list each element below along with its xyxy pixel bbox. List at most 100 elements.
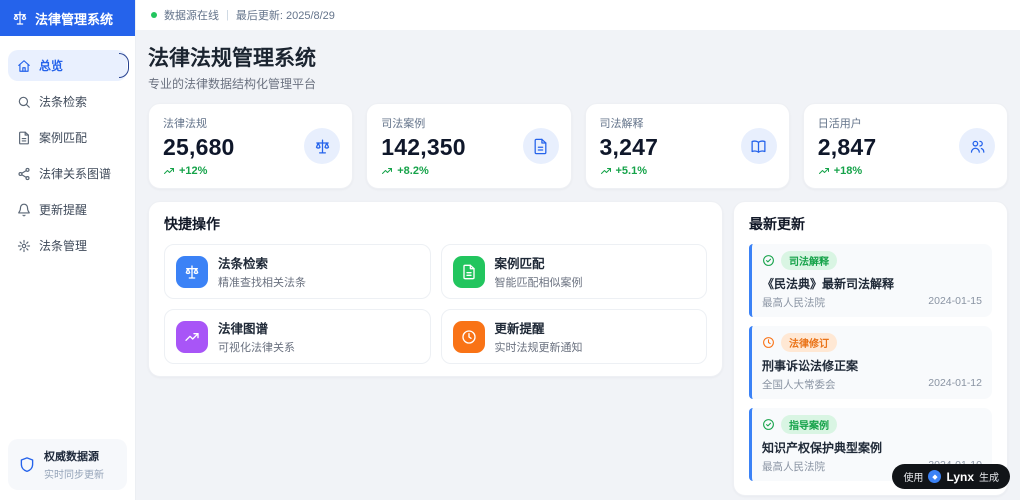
sidebar-nav: 总览 法条检索 案例匹配 法律关系图谱 更新提醒 法条管理 <box>0 50 135 261</box>
update-source: 最高人民法院 <box>762 297 825 309</box>
sidebar-item-law-search[interactable]: 法条检索 <box>8 86 127 117</box>
trending-up-icon <box>163 165 175 177</box>
file-icon <box>522 128 559 164</box>
stat-trend: +12% <box>163 165 338 177</box>
update-item[interactable]: 法律修订 刑事诉讼法修正案 全国人大常委会 2024-01-12 <box>749 326 992 399</box>
data-source-subtitle: 实时同步更新 <box>44 470 104 481</box>
data-source-title: 权威数据源 <box>44 451 99 463</box>
quick-action-title: 案例匹配 <box>494 257 545 271</box>
trending-up-icon <box>600 165 612 177</box>
sidebar-item-case-match[interactable]: 案例匹配 <box>8 122 127 153</box>
stat-trend-value: +8.2% <box>397 165 429 177</box>
scales-icon <box>304 128 341 164</box>
update-source: 全国人大常委会 <box>762 379 836 391</box>
check-circle-icon <box>762 254 775 267</box>
main-content: 法律法规管理系统 专业的法律数据结构化管理平台 法律法规 25,680 +12%… <box>136 30 1020 500</box>
sidebar-item-label: 案例匹配 <box>39 131 88 145</box>
sidebar-item-relation-graph[interactable]: 法律关系图谱 <box>8 158 127 189</box>
stat-trend-value: +12% <box>179 165 208 177</box>
sidebar-item-law-manage[interactable]: 法条管理 <box>8 230 127 261</box>
stat-trend-value: +18% <box>833 165 863 177</box>
lynx-logo-icon: ◆ <box>928 470 942 483</box>
stat-label: 法律法规 <box>163 118 207 130</box>
stat-trend: +5.1% <box>600 165 775 177</box>
stat-label: 日活用户 <box>817 118 862 130</box>
sidebar-item-label: 总览 <box>39 59 64 73</box>
update-title: 刑事诉讼法修正案 <box>762 359 859 373</box>
quick-action-title: 法条检索 <box>218 257 269 271</box>
check-circle-icon <box>762 418 775 431</box>
generator-prefix: 使用 <box>903 473 924 484</box>
stat-card-daily-users: 日活用户 2,847 +18% <box>802 103 1008 189</box>
sidebar-item-label: 法条检索 <box>39 95 88 109</box>
clock-icon <box>452 320 485 353</box>
sidebar-item-overview[interactable]: 总览 <box>8 50 129 81</box>
file-icon <box>452 255 485 288</box>
gear-icon <box>17 239 31 253</box>
sidebar: 法律管理系统 总览 法条检索 案例匹配 法律关系图谱 更新提醒 法条管理 权威数… <box>0 0 136 500</box>
stat-card-interpretations: 司法解释 3,247 +5.1% <box>584 103 790 189</box>
quick-action-subtitle: 实时法规更新通知 <box>494 342 583 354</box>
scales-icon <box>176 255 208 288</box>
trending-up-icon <box>818 165 830 177</box>
data-source-card: 权威数据源 实时同步更新 <box>8 439 127 490</box>
update-badge: 法律修订 <box>781 333 837 352</box>
quick-actions-panel: 快捷操作 法条检索 精准查找相关法条 案例匹配 智能匹配相似案例 法律图谱 可视… <box>148 201 723 377</box>
quick-action-subtitle: 精准查找相关法条 <box>218 277 306 289</box>
topbar-divider: | <box>226 9 229 21</box>
quick-action-title: 法律图谱 <box>218 322 269 336</box>
online-status-label: 数据源在线 <box>164 10 219 22</box>
sidebar-item-label: 法条管理 <box>39 239 88 253</box>
update-item[interactable]: 司法解释 《民法典》最新司法解释 最高人民法院 2024-01-15 <box>749 244 992 317</box>
trending-up-icon <box>176 320 208 353</box>
clock-icon <box>762 336 775 349</box>
online-status-dot <box>151 12 157 18</box>
stat-label: 司法案例 <box>381 118 426 130</box>
update-source: 最高人民法院 <box>762 461 825 473</box>
trending-up-icon <box>381 165 393 177</box>
quick-action-case-match[interactable]: 案例匹配 智能匹配相似案例 <box>440 244 707 299</box>
update-badge: 指导案例 <box>781 415 837 434</box>
stat-cards-row: 法律法规 25,680 +12% 司法案例 142,350 +8.2% 司法解释… <box>148 103 1008 189</box>
update-badge: 司法解释 <box>781 251 837 270</box>
graph-icon <box>17 167 31 181</box>
app-title: 法律管理系统 <box>35 11 114 27</box>
latest-updates-title: 最新更新 <box>749 216 805 232</box>
stat-trend-value: +5.1% <box>615 165 648 177</box>
last-update-label: 最后更新: 2025/8/29 <box>235 10 335 22</box>
users-icon <box>959 128 995 164</box>
home-icon <box>17 59 31 73</box>
generator-suffix: 生成 <box>979 473 999 484</box>
scales-icon <box>12 10 28 26</box>
stat-card-cases: 司法案例 142,350 +8.2% <box>366 103 572 189</box>
update-date: 2024-01-15 <box>928 295 982 307</box>
sidebar-item-label: 法律关系图谱 <box>39 167 112 181</box>
page-title: 法律法规管理系统 <box>148 47 316 70</box>
quick-action-law-search[interactable]: 法条检索 精准查找相关法条 <box>164 244 431 299</box>
stat-trend: +8.2% <box>381 165 556 177</box>
update-title: 《民法典》最新司法解释 <box>762 277 895 291</box>
file-icon <box>17 131 31 145</box>
quick-action-update-alerts[interactable]: 更新提醒 实时法规更新通知 <box>440 309 707 364</box>
book-open-icon <box>740 128 777 164</box>
quick-action-subtitle: 智能匹配相似案例 <box>494 277 583 289</box>
update-title: 知识产权保护典型案例 <box>762 441 883 455</box>
app-brand: 法律管理系统 <box>0 0 135 36</box>
shield-icon <box>18 456 36 474</box>
quick-actions-title: 快捷操作 <box>164 216 220 232</box>
generator-badge[interactable]: 使用 ◆ Lynx 生成 <box>892 464 1010 489</box>
search-icon <box>17 95 31 109</box>
page-subtitle: 专业的法律数据结构化管理平台 <box>148 77 317 91</box>
sidebar-item-label: 更新提醒 <box>39 203 88 217</box>
generator-brand: Lynx <box>946 469 974 484</box>
stat-label: 司法解释 <box>599 118 644 130</box>
quick-action-title: 更新提醒 <box>494 322 545 336</box>
bell-icon <box>17 203 31 217</box>
sidebar-item-update-alerts[interactable]: 更新提醒 <box>8 194 127 225</box>
quick-action-subtitle: 可视化法律关系 <box>218 342 295 354</box>
quick-actions-grid: 法条检索 精准查找相关法条 案例匹配 智能匹配相似案例 法律图谱 可视化法律关系… <box>164 244 707 364</box>
stat-card-laws: 法律法规 25,680 +12% <box>148 103 354 189</box>
latest-updates-panel: 最新更新 司法解释 《民法典》最新司法解释 最高人民法院 2024-01-15 … <box>733 201 1008 496</box>
topbar: 数据源在线 | 最后更新: 2025/8/29 <box>136 0 1020 30</box>
quick-action-law-graph[interactable]: 法律图谱 可视化法律关系 <box>164 309 431 364</box>
